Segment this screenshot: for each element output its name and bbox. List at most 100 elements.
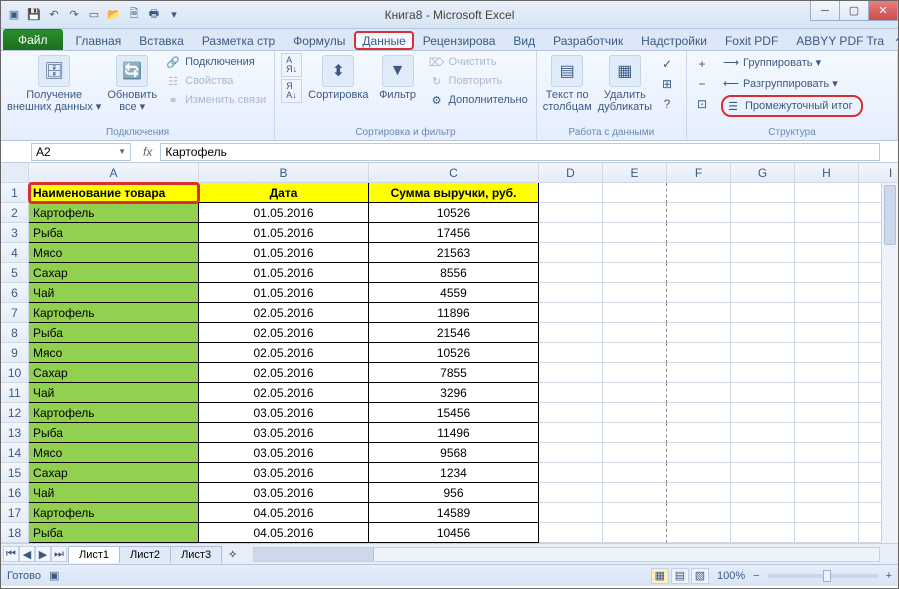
column-header-F[interactable]: F: [667, 163, 731, 183]
row-header[interactable]: 8: [1, 323, 29, 343]
cell[interactable]: 02.05.2016: [199, 363, 369, 383]
ungroup-button[interactable]: ⟵Разгруппировать ▾: [721, 74, 863, 92]
zoom-out-icon[interactable]: −: [753, 570, 759, 582]
formula-input[interactable]: Картофель: [160, 143, 880, 161]
row-header[interactable]: 6: [1, 283, 29, 303]
consolidate-icon[interactable]: ⊞: [658, 75, 676, 93]
name-box[interactable]: ▼: [31, 143, 131, 161]
cell[interactable]: 21546: [369, 323, 539, 343]
macro-record-icon[interactable]: ▣: [49, 569, 59, 582]
clear-filter-button[interactable]: ⌦Очистить: [427, 53, 530, 71]
tab-data[interactable]: Данные: [354, 31, 413, 50]
cell[interactable]: Рыба: [29, 323, 199, 343]
tab-addins[interactable]: Надстройки: [632, 30, 716, 50]
sheet-nav-prev-icon[interactable]: ◀: [19, 546, 35, 562]
cell[interactable]: Рыба: [29, 523, 199, 543]
close-button[interactable]: ✕: [868, 1, 898, 21]
name-box-dropdown-icon[interactable]: ▼: [118, 147, 126, 156]
show-detail-icon[interactable]: +: [693, 55, 711, 73]
cell[interactable]: 04.05.2016: [199, 523, 369, 543]
fx-icon[interactable]: fx: [135, 145, 160, 159]
sheet-tab-2[interactable]: Лист2: [119, 546, 171, 563]
zoom-slider[interactable]: [768, 574, 878, 578]
vscroll-thumb[interactable]: [884, 185, 896, 245]
column-header-H[interactable]: H: [795, 163, 859, 183]
cell[interactable]: Картофель: [29, 503, 199, 523]
cell[interactable]: 4559: [369, 283, 539, 303]
text-to-columns-button[interactable]: ▤ Текст по столбцам: [543, 53, 592, 113]
advanced-filter-button[interactable]: ⚙Дополнительно: [427, 91, 530, 109]
cell[interactable]: 956: [369, 483, 539, 503]
sheet-tab-1[interactable]: Лист1: [68, 546, 120, 563]
row-header[interactable]: 4: [1, 243, 29, 263]
cell[interactable]: Рыба: [29, 423, 199, 443]
print-preview-icon[interactable]: 🗎: [125, 6, 143, 24]
sort-desc-button[interactable]: Я А↓: [281, 79, 302, 103]
cell[interactable]: 11896: [369, 303, 539, 323]
filter-button[interactable]: ▼ Фильтр: [375, 53, 421, 101]
zoom-thumb[interactable]: [823, 570, 831, 582]
cell[interactable]: Сахар: [29, 363, 199, 383]
tab-home[interactable]: Главная: [67, 30, 131, 50]
what-if-icon[interactable]: ?: [658, 95, 676, 113]
undo-icon[interactable]: ↶: [45, 6, 63, 24]
cell[interactable]: Чай: [29, 283, 199, 303]
row-header[interactable]: 10: [1, 363, 29, 383]
spreadsheet-grid[interactable]: ABCDEFGHI1Наименование товараДатаСумма в…: [1, 163, 898, 543]
row-header[interactable]: 18: [1, 523, 29, 543]
row-header[interactable]: 5: [1, 263, 29, 283]
page-break-view-icon[interactable]: ▧: [691, 568, 709, 584]
cell[interactable]: Картофель: [29, 403, 199, 423]
cell[interactable]: 03.05.2016: [199, 483, 369, 503]
cell[interactable]: Мясо: [29, 343, 199, 363]
zoom-in-icon[interactable]: +: [886, 570, 892, 582]
tab-developer[interactable]: Разработчик: [544, 30, 632, 50]
data-validation-icon[interactable]: ✓: [658, 55, 676, 73]
cell[interactable]: 03.05.2016: [199, 403, 369, 423]
row-header[interactable]: 11: [1, 383, 29, 403]
row-header[interactable]: 15: [1, 463, 29, 483]
tab-insert[interactable]: Вставка: [130, 30, 193, 50]
sheet-nav-next-icon[interactable]: ▶: [35, 546, 51, 562]
redo-icon[interactable]: ↷: [65, 6, 83, 24]
cell[interactable]: Картофель: [29, 203, 199, 223]
cell[interactable]: 11496: [369, 423, 539, 443]
column-header-A[interactable]: A: [29, 163, 199, 183]
row-header[interactable]: 13: [1, 423, 29, 443]
cell[interactable]: Рыба: [29, 223, 199, 243]
cell[interactable]: 03.05.2016: [199, 423, 369, 443]
row-header[interactable]: 1: [1, 183, 29, 203]
maximize-button[interactable]: ▢: [839, 1, 869, 21]
open-icon[interactable]: 📂: [105, 6, 123, 24]
sheet-nav-first-icon[interactable]: ⏮: [3, 546, 19, 562]
remove-duplicates-button[interactable]: ▦ Удалить дубликаты: [598, 53, 652, 113]
cell[interactable]: 21563: [369, 243, 539, 263]
save-icon[interactable]: 💾: [25, 6, 43, 24]
column-header-B[interactable]: B: [199, 163, 369, 183]
quick-print-icon[interactable]: 🖶: [145, 6, 163, 24]
cell[interactable]: 01.05.2016: [199, 223, 369, 243]
hscroll-thumb[interactable]: [254, 548, 374, 561]
row-header[interactable]: 2: [1, 203, 29, 223]
properties-button[interactable]: ☷Свойства: [163, 72, 268, 90]
subtotal-button[interactable]: ☰Промежуточный итог: [721, 95, 863, 117]
qat-dropdown-icon[interactable]: ▾: [165, 6, 183, 24]
minimize-ribbon-icon[interactable]: ⌃: [893, 36, 899, 50]
column-header-D[interactable]: D: [539, 163, 603, 183]
column-header-I[interactable]: I: [859, 163, 898, 183]
get-external-data-button[interactable]: 🗄 Получение внешних данных ▾: [7, 53, 101, 113]
cell[interactable]: Сахар: [29, 263, 199, 283]
cell[interactable]: Мясо: [29, 243, 199, 263]
cell[interactable]: 17456: [369, 223, 539, 243]
cell[interactable]: 01.05.2016: [199, 203, 369, 223]
vertical-scrollbar[interactable]: [881, 183, 898, 543]
sheet-nav-last-icon[interactable]: ⏭: [51, 546, 67, 562]
row-header[interactable]: 16: [1, 483, 29, 503]
row-header[interactable]: 12: [1, 403, 29, 423]
column-header-C[interactable]: C: [369, 163, 539, 183]
cell[interactable]: Сахар: [29, 463, 199, 483]
row-header[interactable]: 3: [1, 223, 29, 243]
cell[interactable]: 02.05.2016: [199, 303, 369, 323]
tab-abbyy-pdf[interactable]: ABBYY PDF Tra: [787, 30, 893, 50]
row-header[interactable]: 7: [1, 303, 29, 323]
